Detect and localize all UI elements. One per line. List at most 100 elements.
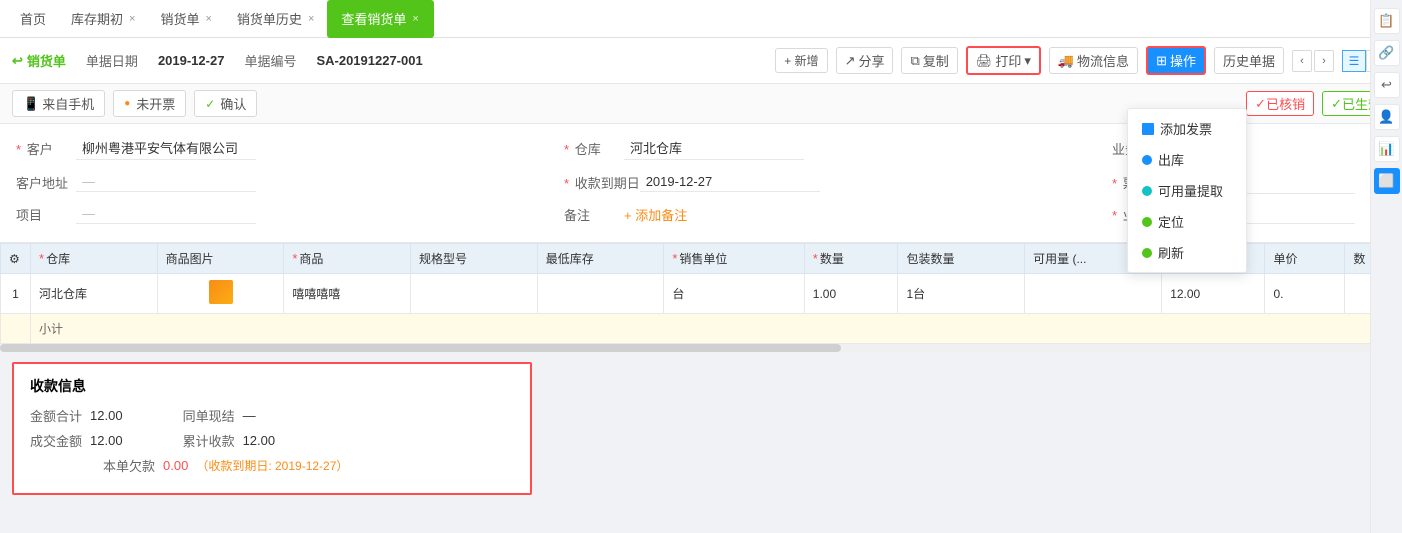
- close-tab-inventory[interactable]: ×: [129, 13, 135, 25]
- row-spec: [411, 274, 538, 314]
- current-owe-item: 本单欠款 0.00 （收款到期日: 2019-12-27）: [103, 456, 348, 475]
- cancelled-badge: ✓ 已核销: [1246, 91, 1314, 116]
- close-tab-history[interactable]: ×: [308, 13, 314, 25]
- locate-item[interactable]: 定位: [1128, 206, 1246, 237]
- col-min-stock: 最低库存: [537, 244, 664, 274]
- row-num: 1: [1, 274, 31, 314]
- row-quantity: 1.00: [804, 274, 898, 314]
- row-available: [1025, 274, 1162, 314]
- row-package-qty: 1台: [898, 274, 1025, 314]
- col-product: *商品: [284, 244, 411, 274]
- tab-view-sales[interactable]: 查看销货单 ×: [327, 0, 433, 38]
- prev-button[interactable]: ‹: [1292, 50, 1312, 72]
- scrollbar-thumb: [0, 344, 841, 352]
- share-button[interactable]: ↗ 分享: [836, 47, 894, 74]
- col-gear: ⚙: [1, 244, 31, 274]
- summary-row-1: 金额合计 12.00 同单现结 —: [30, 406, 514, 425]
- copy-icon: ⧉: [910, 53, 919, 69]
- table-row: 1 河北仓库 嘻嘻嘻嘻 台 1.00 1台 12.00 0.: [1, 274, 1402, 314]
- operations-dropdown: 添加发票 出库 可用量提取 定位 刷新: [1127, 108, 1247, 273]
- address-field: 客户地址 —: [16, 172, 564, 192]
- col-unit-price: 单价: [1265, 244, 1345, 274]
- available-qty-item[interactable]: 可用量提取: [1128, 175, 1246, 206]
- right-sidebar: 📋 🔗 ↩ 👤 📊 ⬜: [1370, 0, 1402, 533]
- confirm-button[interactable]: 确认: [194, 90, 257, 117]
- doc-header: ↩ 销货单 单据日期 2019-12-27 单据编号 SA-20191227-0…: [0, 38, 1402, 84]
- payment-date-field: * 收款到期日 2019-12-27: [564, 172, 1112, 192]
- col-warehouse: *仓库: [31, 244, 158, 274]
- row-warehouse: 河北仓库: [31, 274, 158, 314]
- subtotal-label: [1, 314, 31, 344]
- doc-icon: ↩: [12, 53, 23, 69]
- tab-sales-history[interactable]: 销货单历史 ×: [225, 0, 327, 38]
- check-icon2: ✓: [1331, 96, 1342, 112]
- logistics-button[interactable]: 🚚 物流信息: [1049, 47, 1138, 74]
- close-tab-sales[interactable]: ×: [205, 13, 211, 25]
- table-scrollbar[interactable]: [0, 344, 1402, 352]
- date-value: 2019-12-27: [158, 53, 225, 68]
- amount-total-item: 金额合计 12.00: [30, 406, 123, 425]
- row-sales-unit: 台: [664, 274, 804, 314]
- add-note-button[interactable]: + 添加备注: [624, 205, 687, 224]
- print-button[interactable]: 🖨 打印 ▾: [966, 46, 1041, 75]
- copy-button[interactable]: ⧉ 复制: [901, 47, 957, 74]
- summary-row-2: 成交金额 12.00 累计收款 12.00: [30, 431, 514, 450]
- from-phone-button[interactable]: 📱 来自手机: [12, 90, 105, 117]
- customer-value[interactable]: 柳州粤港平安气体有限公司: [76, 136, 256, 160]
- number-value: SA-20191227-001: [316, 53, 422, 68]
- sidebar-icon-chart[interactable]: 📊: [1374, 136, 1400, 162]
- doc-actions: + 新增 ↗ 分享 ⧉ 复制 🖨 打印 ▾ 🚚 物流信息 ⊞ 操作: [775, 46, 1390, 75]
- sidebar-icon-link[interactable]: 🔗: [1374, 40, 1400, 66]
- sidebar-icon-user[interactable]: 👤: [1374, 104, 1400, 130]
- outbound-item[interactable]: 出库: [1128, 144, 1246, 175]
- sidebar-icon-clipboard[interactable]: 📋: [1374, 8, 1400, 34]
- close-tab-view-sales[interactable]: ×: [412, 13, 418, 25]
- col-spec: 规格型号: [411, 244, 538, 274]
- number-label: 单据编号: [244, 51, 296, 70]
- operations-button[interactable]: ⊞ 操作: [1146, 46, 1206, 75]
- row-unit-price: 0.: [1265, 274, 1345, 314]
- grid-icon: ⊞: [1156, 53, 1167, 69]
- address-value[interactable]: —: [76, 172, 256, 192]
- history-button[interactable]: 历史单据: [1214, 47, 1284, 74]
- payment-date-value[interactable]: 2019-12-27: [640, 172, 820, 192]
- available-qty-icon: [1142, 186, 1152, 196]
- product-thumbnail: [209, 280, 233, 304]
- project-value[interactable]: —: [76, 204, 256, 224]
- tab-bar: 首页 库存期初 × 销货单 × 销货单历史 × 查看销货单 × ×: [0, 0, 1402, 38]
- doc-type-title: ↩ 销货单: [12, 51, 66, 70]
- print-dropdown-arrow: ▾: [1024, 53, 1031, 69]
- warehouse-field: * 仓库 河北仓库: [564, 136, 1112, 160]
- new-button[interactable]: + 新增: [775, 48, 827, 73]
- not-open-ticket-button[interactable]: 未开票: [113, 90, 186, 117]
- print-icon: 🖨: [976, 53, 993, 69]
- project-field: 项目 —: [16, 204, 564, 224]
- sidebar-icon-expand[interactable]: ⬜: [1374, 168, 1400, 194]
- tab-home[interactable]: 首页: [8, 0, 59, 38]
- refresh-icon: [1142, 248, 1152, 258]
- col-quantity: *数量: [804, 244, 898, 274]
- refresh-item[interactable]: 刷新: [1128, 237, 1246, 268]
- share-icon: ↗: [845, 53, 856, 69]
- tab-sales-order[interactable]: 销货单 ×: [148, 0, 224, 38]
- nav-arrows: ‹ ›: [1292, 50, 1334, 72]
- sidebar-icon-return[interactable]: ↩: [1374, 72, 1400, 98]
- subtotal-row: 小计: [1, 314, 1402, 344]
- next-button[interactable]: ›: [1314, 50, 1334, 72]
- date-label: 单据日期: [86, 51, 138, 70]
- add-invoice-item[interactable]: 添加发票: [1128, 113, 1246, 144]
- note-field: 备注 + 添加备注: [564, 205, 1112, 224]
- customer-field: * 客户 柳州粤港平安气体有限公司: [16, 136, 564, 160]
- subtotal-spacer: 小计: [31, 314, 1402, 344]
- outbound-icon: [1142, 155, 1152, 165]
- doc-meta: 单据日期 2019-12-27 单据编号 SA-20191227-001: [86, 51, 423, 70]
- phone-icon: 📱: [23, 96, 39, 112]
- row-min-stock: [537, 274, 664, 314]
- tab-inventory-init[interactable]: 库存期初 ×: [59, 0, 148, 38]
- list-view-button[interactable]: ☰: [1342, 50, 1366, 72]
- summary-title: 收款信息: [30, 376, 514, 396]
- locate-icon: [1142, 217, 1152, 227]
- deal-amount-item: 成交金额 12.00: [30, 431, 123, 450]
- warehouse-value[interactable]: 河北仓库: [624, 136, 804, 160]
- summary-box: 收款信息 金额合计 12.00 同单现结 — 成交金额 12.00 累计收款 1…: [12, 362, 532, 495]
